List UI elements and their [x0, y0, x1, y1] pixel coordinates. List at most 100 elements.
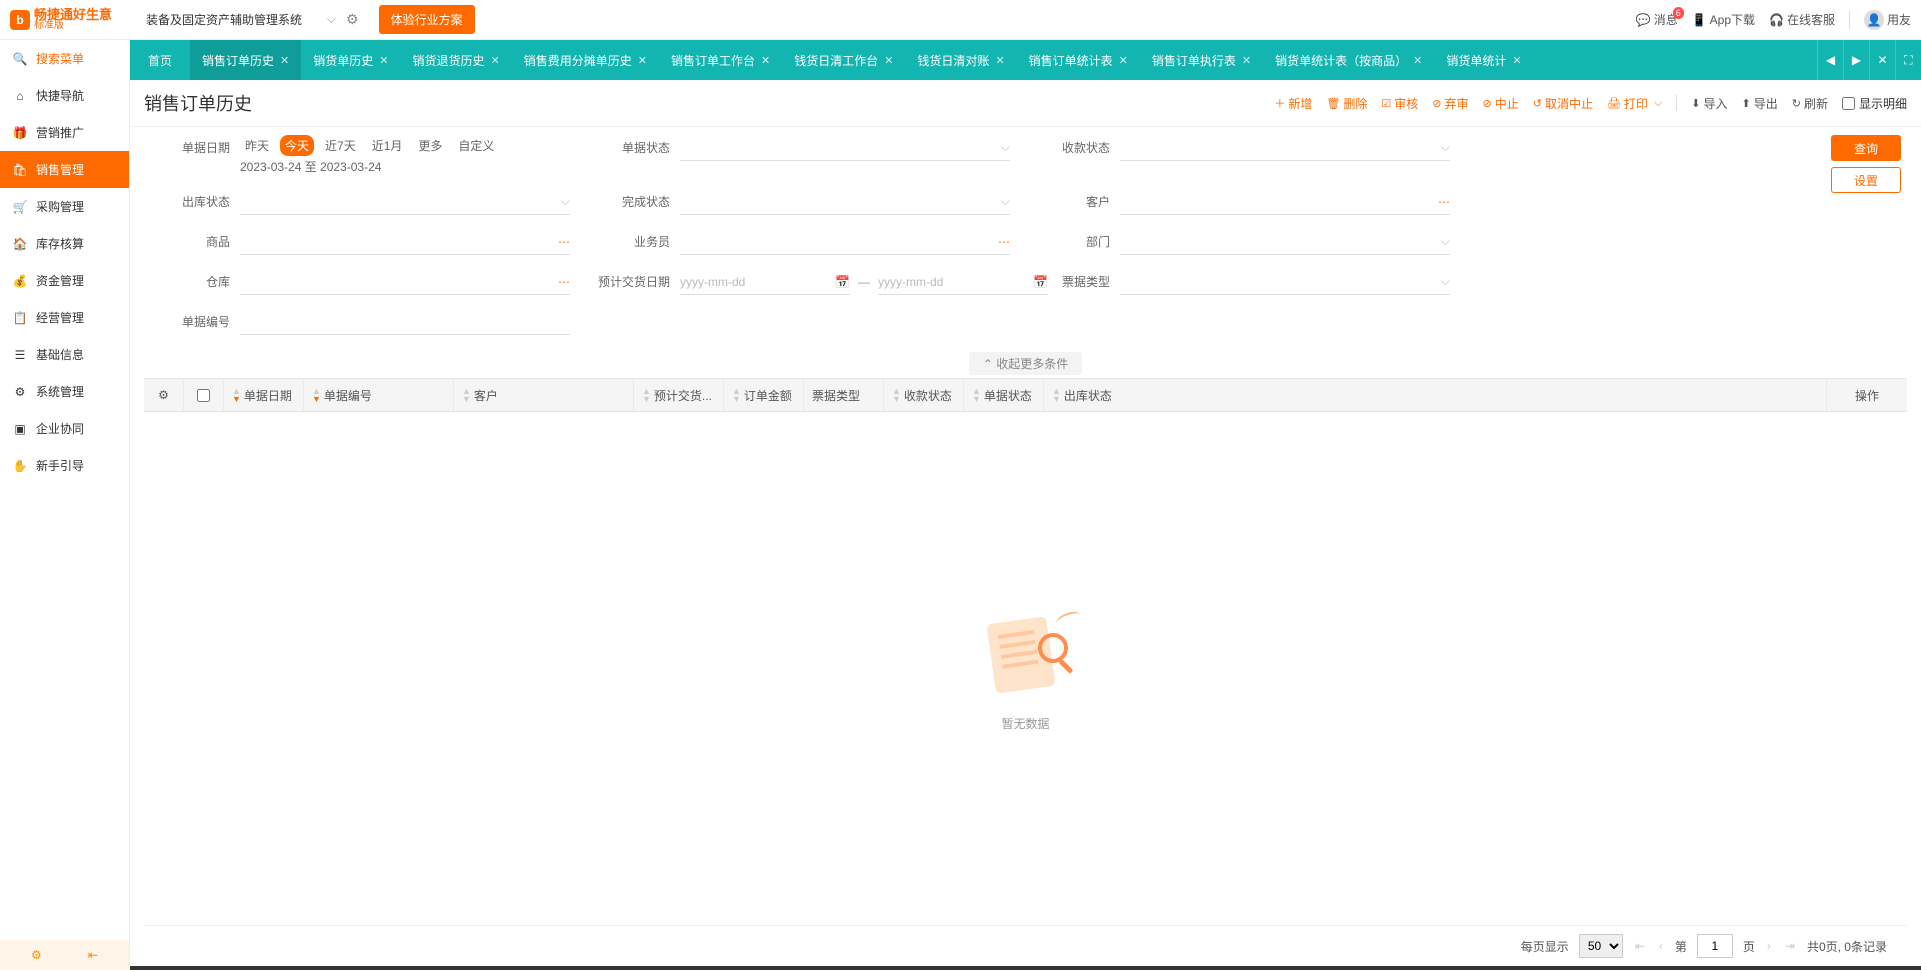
salesman-lookup[interactable]: ⋯: [680, 229, 1010, 255]
export-button[interactable]: ⬆导出: [1742, 95, 1778, 112]
tab[interactable]: 销售订单工作台✕: [659, 40, 782, 80]
collapse-sidebar-icon[interactable]: ⇤: [88, 948, 98, 962]
col-doc-status[interactable]: ▲▼单据状态: [964, 379, 1044, 411]
tab[interactable]: 销货单统计表（按商品）✕: [1263, 40, 1434, 80]
sidebar-item[interactable]: 💰资金管理: [0, 262, 129, 299]
col-ticket[interactable]: 票据类型: [804, 379, 884, 411]
search-menu[interactable]: 🔍 搜索菜单: [0, 40, 129, 77]
print-button[interactable]: 🖨打印⌵: [1607, 95, 1662, 112]
close-icon[interactable]: ✕: [884, 54, 893, 67]
online-service-button[interactable]: 🎧 在线客服: [1769, 11, 1835, 28]
tab-scroll-right-icon[interactable]: ▶: [1843, 40, 1869, 80]
tab[interactable]: 销售费用分摊单历史✕: [512, 40, 659, 80]
app-download-button[interactable]: 📱 App下载: [1692, 11, 1755, 28]
date-segment[interactable]: 更多: [413, 135, 447, 156]
est-date-from[interactable]: 📅: [680, 269, 850, 295]
industry-button[interactable]: 体验行业方案: [379, 5, 475, 34]
tab[interactable]: 销货单历史✕: [301, 40, 400, 80]
audit-button[interactable]: ☑审核: [1381, 95, 1418, 112]
sidebar-item[interactable]: 🛍销售管理: [0, 151, 129, 188]
last-page-icon[interactable]: ⇥: [1783, 939, 1797, 953]
stop-button[interactable]: ⊘中止: [1482, 95, 1518, 112]
tab[interactable]: 销售订单统计表✕: [1017, 40, 1140, 80]
sidebar-item[interactable]: ✋新手引导: [0, 447, 129, 484]
close-icon[interactable]: ✕: [1242, 54, 1251, 67]
gear-icon[interactable]: ⚙: [346, 11, 359, 28]
refresh-button[interactable]: ↻刷新: [1792, 95, 1828, 112]
add-button[interactable]: ＋新增: [1274, 95, 1312, 112]
config-button[interactable]: 设置: [1831, 167, 1901, 193]
finish-status-select[interactable]: ⌵: [680, 189, 1010, 215]
tab-close-all-icon[interactable]: ✕: [1869, 40, 1895, 80]
settings-icon[interactable]: ⚙: [31, 948, 42, 962]
user-menu[interactable]: 👤 用友: [1864, 10, 1911, 30]
system-selector[interactable]: 装备及固定资产辅助管理系统 ⌵: [146, 11, 336, 28]
collapse-filters-button[interactable]: ⌃ 收起更多条件: [969, 352, 1082, 375]
show-detail-checkbox[interactable]: 显示明细: [1842, 95, 1907, 112]
date-segment[interactable]: 自定义: [453, 135, 499, 156]
col-est[interactable]: ▲▼预计交货...: [634, 379, 724, 411]
sidebar-item[interactable]: 🏠库存核算: [0, 225, 129, 262]
close-icon[interactable]: ✕: [1119, 54, 1128, 67]
doc-status-select[interactable]: ⌵: [680, 135, 1010, 161]
close-icon[interactable]: ✕: [379, 54, 388, 67]
close-icon[interactable]: ✕: [995, 54, 1004, 67]
import-button[interactable]: ⬇导入: [1691, 95, 1727, 112]
receipt-status-select[interactable]: ⌵: [1120, 135, 1450, 161]
close-icon[interactable]: ✕: [491, 54, 500, 67]
tab-fullscreen-icon[interactable]: ⛶: [1895, 40, 1921, 80]
tab[interactable]: 首页: [130, 40, 190, 80]
sidebar-item[interactable]: 🎁营销推广: [0, 114, 129, 151]
close-icon[interactable]: ✕: [1413, 54, 1422, 67]
col-receipt[interactable]: ▲▼收款状态: [884, 379, 964, 411]
tab[interactable]: 销货退货历史✕: [400, 40, 511, 80]
est-date-from-input[interactable]: [680, 275, 835, 289]
sidebar-item[interactable]: 📋经营管理: [0, 299, 129, 336]
col-date[interactable]: ▲▼单据日期: [224, 379, 304, 411]
tab[interactable]: 钱货日清对账✕: [905, 40, 1016, 80]
est-date-to[interactable]: 📅: [878, 269, 1048, 295]
sidebar-item[interactable]: ⚙系统管理: [0, 373, 129, 410]
out-status-select[interactable]: ⌵: [240, 189, 570, 215]
page-size-select[interactable]: 50: [1579, 934, 1623, 958]
warehouse-lookup[interactable]: ⋯: [240, 269, 570, 295]
sidebar-item[interactable]: 🛒采购管理: [0, 188, 129, 225]
tab[interactable]: 销售订单执行表✕: [1140, 40, 1263, 80]
tab[interactable]: 销货单统计✕: [1434, 40, 1533, 80]
col-out-status[interactable]: ▲▼出库状态: [1044, 379, 1827, 411]
close-icon[interactable]: ✕: [638, 54, 647, 67]
goods-lookup[interactable]: ⋯: [240, 229, 570, 255]
tab[interactable]: 销售订单历史✕: [190, 40, 301, 80]
delete-button[interactable]: 🗑删除: [1326, 95, 1367, 112]
message-button[interactable]: 💬 消息 6: [1636, 11, 1678, 28]
prev-page-icon[interactable]: ‹: [1657, 939, 1665, 953]
col-gear[interactable]: ⚙: [144, 379, 184, 411]
close-icon[interactable]: ✕: [761, 54, 770, 67]
col-customer[interactable]: ▲▼客户: [454, 379, 634, 411]
tab-scroll-left-icon[interactable]: ◀: [1817, 40, 1843, 80]
next-page-icon[interactable]: ›: [1765, 939, 1773, 953]
doc-no-input[interactable]: [240, 309, 570, 335]
col-checkbox[interactable]: [184, 379, 224, 411]
date-segment[interactable]: 今天: [280, 135, 314, 156]
cancel-stop-button[interactable]: ↺取消中止: [1533, 95, 1593, 112]
ticket-type-select[interactable]: ⌵: [1120, 269, 1450, 295]
dept-select[interactable]: ⌵: [1120, 229, 1450, 255]
customer-lookup[interactable]: ⋯: [1120, 189, 1450, 215]
calendar-icon[interactable]: 📅: [835, 275, 850, 289]
date-segment[interactable]: 近7天: [320, 135, 361, 156]
est-date-to-input[interactable]: [878, 275, 1033, 289]
date-segment[interactable]: 近1月: [367, 135, 408, 156]
abandon-audit-button[interactable]: ⊘弃审: [1432, 95, 1468, 112]
sidebar-item[interactable]: ☰基础信息: [0, 336, 129, 373]
col-amount[interactable]: ▲▼订单金额: [724, 379, 804, 411]
close-icon[interactable]: ✕: [280, 54, 289, 67]
sidebar-item[interactable]: ⌂快捷导航: [0, 77, 129, 114]
page-input[interactable]: [1697, 934, 1733, 958]
close-icon[interactable]: ✕: [1512, 54, 1521, 67]
sidebar-item[interactable]: ▣企业协同: [0, 410, 129, 447]
first-page-icon[interactable]: ⇤: [1633, 939, 1647, 953]
query-button[interactable]: 查询: [1831, 135, 1901, 161]
tab[interactable]: 钱货日清工作台✕: [782, 40, 905, 80]
date-segment[interactable]: 昨天: [240, 135, 274, 156]
